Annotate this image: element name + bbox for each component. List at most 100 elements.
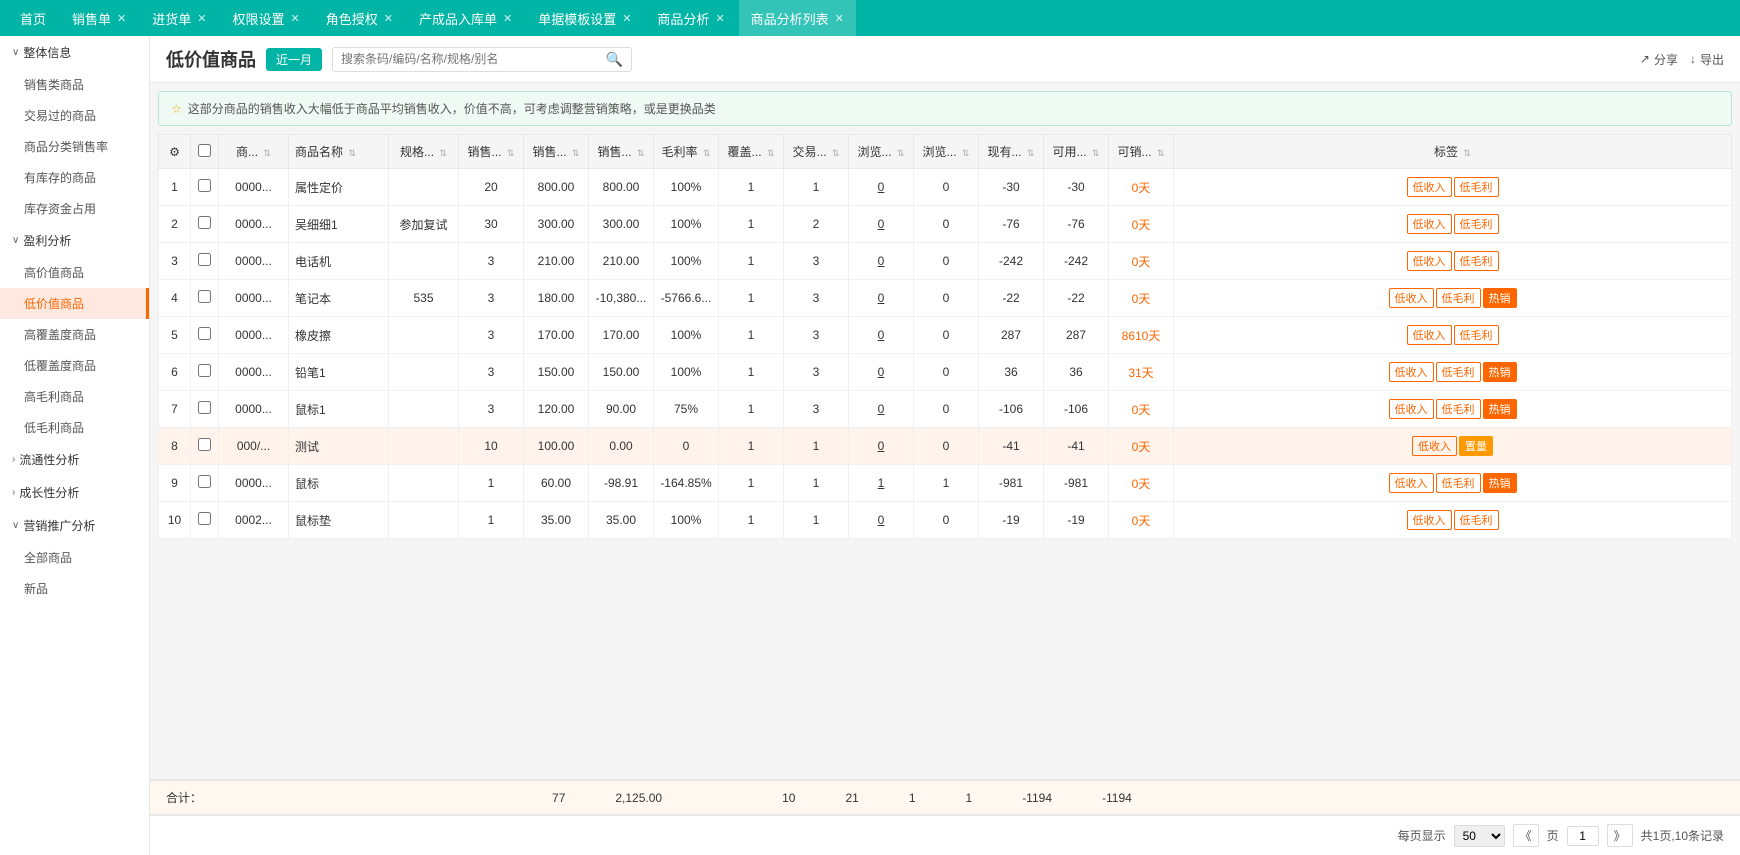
row-checkbox[interactable] xyxy=(198,253,211,266)
sidebar-item-new-products[interactable]: 新品 xyxy=(0,573,149,604)
nav-products-in[interactable]: 产成品入库单 ✕ xyxy=(407,0,524,36)
date-filter-button[interactable]: 近一月 xyxy=(266,48,322,71)
next-page-button[interactable]: 》 xyxy=(1607,824,1633,847)
th-settings[interactable]: ⚙ xyxy=(159,135,191,169)
cell-check[interactable] xyxy=(191,317,219,354)
nav-home[interactable]: 首页 xyxy=(8,0,58,36)
sidebar-item-all-products[interactable]: 全部商品 xyxy=(0,542,149,573)
close-product-analysis-list[interactable]: ✕ xyxy=(835,12,844,25)
per-page-select[interactable]: 50 100 200 xyxy=(1454,825,1505,847)
close-templates[interactable]: ✕ xyxy=(622,12,631,25)
sidebar-item-sales-products[interactable]: 销售类商品 xyxy=(0,69,149,100)
close-products-in[interactable]: ✕ xyxy=(503,12,512,25)
th-sellable[interactable]: 可销... ⇅ xyxy=(1109,135,1174,169)
cell-view1[interactable]: 1 xyxy=(849,465,914,502)
cell-check[interactable] xyxy=(191,391,219,428)
nav-purchase[interactable]: 进货单 ✕ xyxy=(140,0,218,36)
cell-check[interactable] xyxy=(191,354,219,391)
view-link[interactable]: 0 xyxy=(878,402,885,416)
sidebar-item-high-value[interactable]: 高价值商品 xyxy=(0,257,149,288)
sidebar-item-stocked-products[interactable]: 有库存的商品 xyxy=(0,162,149,193)
page-number-input[interactable] xyxy=(1567,826,1599,846)
row-checkbox[interactable] xyxy=(198,216,211,229)
nav-permissions[interactable]: 权限设置 ✕ xyxy=(220,0,311,36)
th-sales-qty[interactable]: 销售... ⇅ xyxy=(459,135,524,169)
sidebar-group-profit[interactable]: ∨ 盈利分析 xyxy=(0,224,149,257)
th-available[interactable]: 可用... ⇅ xyxy=(1044,135,1109,169)
sidebar-group-marketing[interactable]: ∨ 营销推广分析 xyxy=(0,509,149,542)
sidebar-item-low-value[interactable]: 低价值商品 xyxy=(0,288,149,319)
th-code[interactable]: 商... ⇅ xyxy=(219,135,289,169)
cell-view1[interactable]: 0 xyxy=(849,206,914,243)
th-transaction[interactable]: 交易... ⇅ xyxy=(784,135,849,169)
cell-check[interactable] xyxy=(191,206,219,243)
cell-view1[interactable]: 0 xyxy=(849,354,914,391)
search-input[interactable] xyxy=(341,52,606,66)
th-sales-amount[interactable]: 销售... ⇅ xyxy=(589,135,654,169)
th-coverage[interactable]: 覆盖... ⇅ xyxy=(719,135,784,169)
nav-roles[interactable]: 角色授权 ✕ xyxy=(314,0,405,36)
row-checkbox[interactable] xyxy=(198,512,211,525)
cell-view1[interactable]: 0 xyxy=(849,280,914,317)
sidebar-group-growth[interactable]: › 成长性分析 xyxy=(0,476,149,509)
close-permissions[interactable]: ✕ xyxy=(291,12,300,25)
cell-check[interactable] xyxy=(191,428,219,465)
close-product-analysis[interactable]: ✕ xyxy=(715,12,724,25)
select-all-checkbox[interactable] xyxy=(198,144,211,157)
row-checkbox[interactable] xyxy=(198,327,211,340)
cell-view1[interactable]: 0 xyxy=(849,169,914,206)
th-view2[interactable]: 浏览... ⇅ xyxy=(914,135,979,169)
sidebar-item-traded-products[interactable]: 交易过的商品 xyxy=(0,100,149,131)
close-sales[interactable]: ✕ xyxy=(117,12,126,25)
close-purchase[interactable]: ✕ xyxy=(197,12,206,25)
cell-check[interactable] xyxy=(191,465,219,502)
sidebar-group-overall[interactable]: ∨ 整体信息 xyxy=(0,36,149,69)
nav-product-analysis-list[interactable]: 商品分析列表 ✕ xyxy=(739,0,856,36)
th-current[interactable]: 现有... ⇅ xyxy=(979,135,1044,169)
view-link[interactable]: 0 xyxy=(878,180,885,194)
view-link[interactable]: 0 xyxy=(878,254,885,268)
cell-view1[interactable]: 0 xyxy=(849,428,914,465)
view-link[interactable]: 0 xyxy=(878,291,885,305)
view-link[interactable]: 0 xyxy=(878,328,885,342)
th-check[interactable] xyxy=(191,135,219,169)
view-link[interactable]: 1 xyxy=(878,476,885,490)
nav-templates[interactable]: 单据模板设置 ✕ xyxy=(526,0,643,36)
share-button[interactable]: ↗ 分享 xyxy=(1640,51,1678,68)
sidebar-item-high-coverage[interactable]: 高覆盖度商品 xyxy=(0,319,149,350)
sidebar-item-category-sales[interactable]: 商品分类销售率 xyxy=(0,131,149,162)
view-link[interactable]: 0 xyxy=(878,365,885,379)
cell-check[interactable] xyxy=(191,502,219,539)
sidebar-item-inventory-capital[interactable]: 库存资金占用 xyxy=(0,193,149,224)
table-container[interactable]: ⚙ 商... ⇅ 商品名称 ⇅ 规格... ⇅ 销售... ⇅ 销售... ⇅ … xyxy=(158,134,1732,779)
view-link[interactable]: 0 xyxy=(878,439,885,453)
th-tags[interactable]: 标签 ⇅ xyxy=(1174,135,1732,169)
row-checkbox[interactable] xyxy=(198,364,211,377)
th-view1[interactable]: 浏览... ⇅ xyxy=(849,135,914,169)
row-checkbox[interactable] xyxy=(198,290,211,303)
nav-sales[interactable]: 销售单 ✕ xyxy=(60,0,138,36)
view-link[interactable]: 0 xyxy=(878,513,885,527)
export-button[interactable]: ↓ 导出 xyxy=(1690,51,1724,68)
sidebar-item-high-margin[interactable]: 高毛利商品 xyxy=(0,381,149,412)
row-checkbox[interactable] xyxy=(198,475,211,488)
sidebar-item-low-coverage[interactable]: 低覆盖度商品 xyxy=(0,350,149,381)
th-profit-rate[interactable]: 毛利率 ⇅ xyxy=(654,135,719,169)
sidebar-item-low-margin[interactable]: 低毛利商品 xyxy=(0,412,149,443)
row-checkbox[interactable] xyxy=(198,438,211,451)
th-sales-price[interactable]: 销售... ⇅ xyxy=(524,135,589,169)
cell-view1[interactable]: 0 xyxy=(849,502,914,539)
cell-view1[interactable]: 0 xyxy=(849,391,914,428)
view-link[interactable]: 0 xyxy=(878,217,885,231)
row-checkbox[interactable] xyxy=(198,179,211,192)
th-name[interactable]: 商品名称 ⇅ xyxy=(289,135,389,169)
cell-check[interactable] xyxy=(191,169,219,206)
first-page-button[interactable]: 《 xyxy=(1513,824,1539,847)
row-checkbox[interactable] xyxy=(198,401,211,414)
nav-product-analysis[interactable]: 商品分析 ✕ xyxy=(645,0,736,36)
cell-check[interactable] xyxy=(191,243,219,280)
cell-view1[interactable]: 0 xyxy=(849,243,914,280)
search-icon[interactable]: 🔍 xyxy=(606,51,623,68)
sidebar-group-circulation[interactable]: › 流通性分析 xyxy=(0,443,149,476)
th-spec[interactable]: 规格... ⇅ xyxy=(389,135,459,169)
